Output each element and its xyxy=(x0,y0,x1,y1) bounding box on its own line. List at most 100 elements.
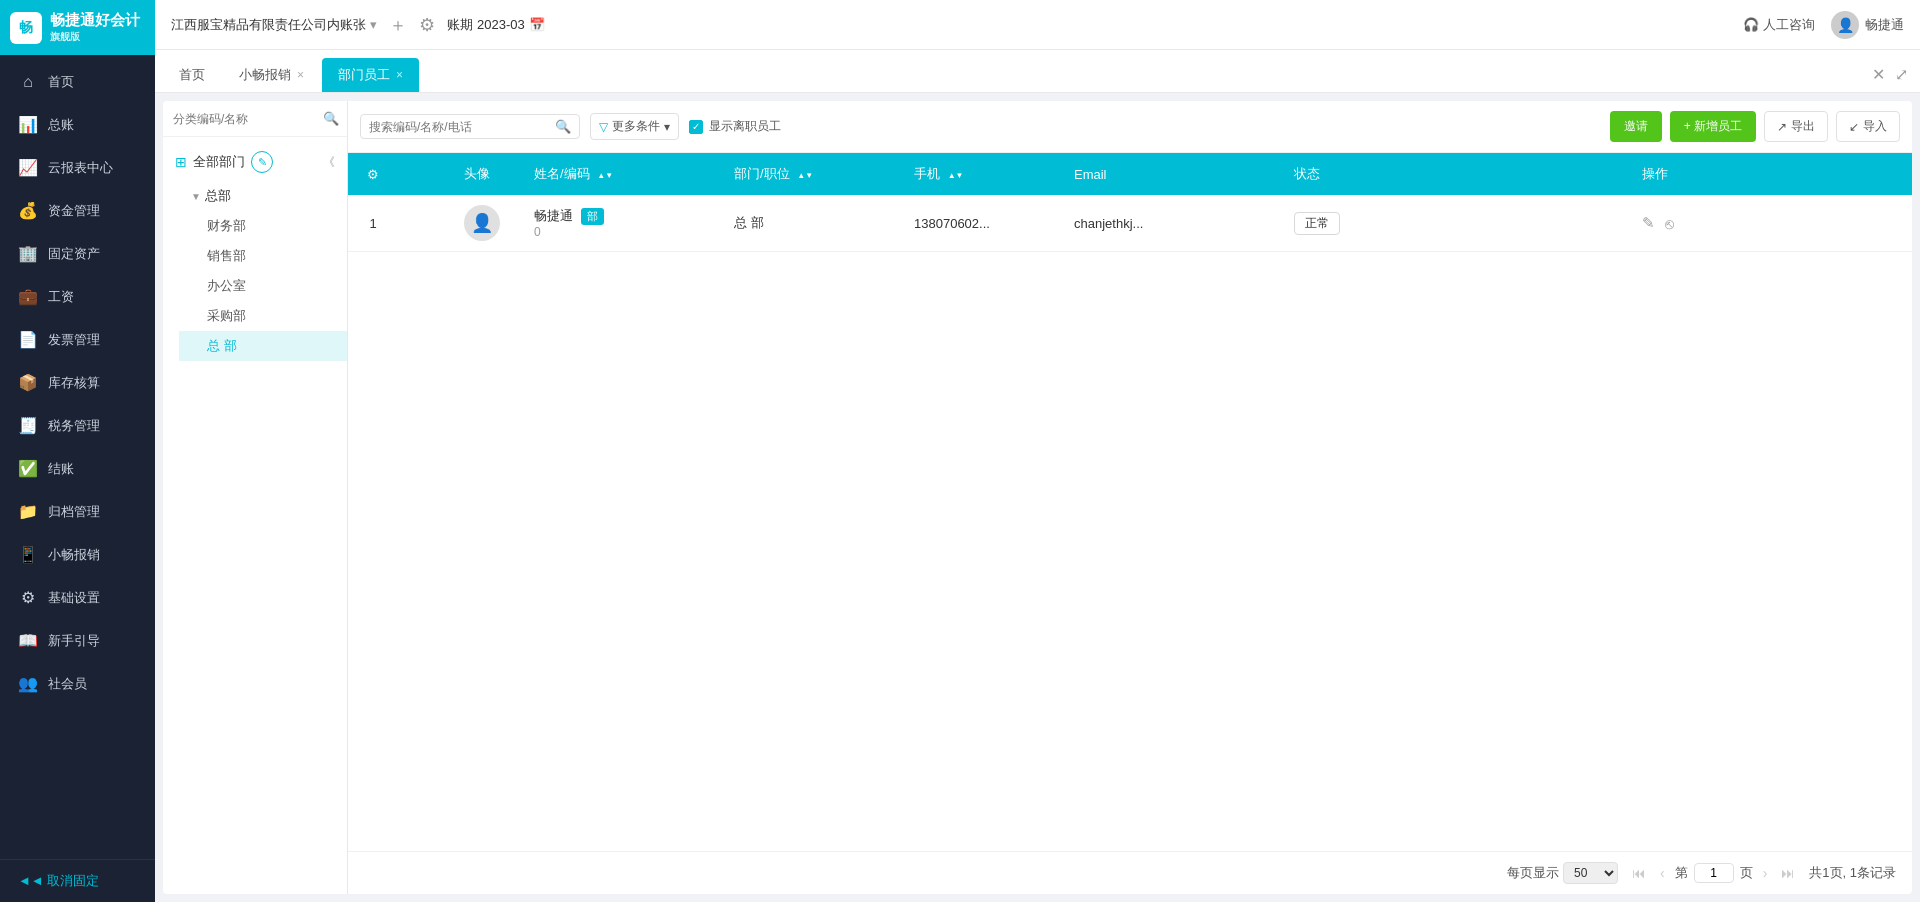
help-button[interactable]: 🎧 人工咨询 xyxy=(1743,16,1815,34)
col-avatar: 头像 xyxy=(448,153,518,195)
collapse-icon[interactable]: 《 xyxy=(323,154,335,171)
employee-dept: 总 部 xyxy=(734,215,764,230)
tab-dept-employee[interactable]: 部门员工 × xyxy=(322,58,419,92)
sidebar-item-inventory[interactable]: 📦 库存核算 xyxy=(0,361,155,404)
add-employee-button[interactable]: + 新增员工 xyxy=(1670,111,1756,142)
tab-expense-label: 小畅报销 xyxy=(239,66,291,84)
col-dept-position[interactable]: 部门/职位 ▲▼ xyxy=(718,153,898,195)
dept-sales-label: 销售部 xyxy=(207,248,246,263)
dept-purchase[interactable]: 采购部 xyxy=(179,301,347,331)
row-actions-cell: ✎ ⎋ xyxy=(1626,195,1912,252)
sidebar-item-label: 归档管理 xyxy=(48,503,100,521)
sidebar-item-assets[interactable]: 🏢 固定资产 xyxy=(0,232,155,275)
per-page-select[interactable]: 50 100 200 xyxy=(1563,862,1618,884)
col-settings-icon: ⚙ xyxy=(367,167,379,182)
next-page-button[interactable]: › xyxy=(1759,863,1772,883)
all-dept-item[interactable]: ⊞ 全部部门 ✎ 《 xyxy=(163,143,347,181)
sidebar-item-close[interactable]: ✅ 结账 xyxy=(0,447,155,490)
show-resigned-toggle[interactable]: 显示离职员工 xyxy=(689,118,781,135)
sidebar-item-archive[interactable]: 📁 归档管理 xyxy=(0,490,155,533)
sidebar: 畅 畅捷通好会计 旗舰版 ⌂ 首页 📊 总账 📈 云报表中心 💰 资金管理 🏢 … xyxy=(0,0,155,902)
page-number-input[interactable] xyxy=(1694,863,1734,883)
archive-icon: 📁 xyxy=(18,502,38,521)
add-company-button[interactable]: ＋ xyxy=(389,13,407,37)
dept-group: ▼ 总部 财务部 销售部 办公室 采购部 xyxy=(163,181,347,361)
import-icon: ↙ xyxy=(1849,120,1859,134)
search-icon[interactable]: 🔍 xyxy=(555,119,571,134)
assets-icon: 🏢 xyxy=(18,244,38,263)
tab-expense-close[interactable]: × xyxy=(297,68,304,82)
show-resigned-checkbox[interactable] xyxy=(689,120,703,134)
sidebar-item-tax[interactable]: 🧾 税务管理 xyxy=(0,404,155,447)
sidebar-item-label: 发票管理 xyxy=(48,331,100,349)
topbar-right: 🎧 人工咨询 👤 畅捷通 xyxy=(1743,11,1904,39)
company-selector[interactable]: 江西服宝精品有限责任公司内账张 ▾ xyxy=(171,16,377,34)
dept-sales[interactable]: 销售部 xyxy=(179,241,347,271)
tab-home[interactable]: 首页 xyxy=(163,58,221,92)
salary-icon: 💼 xyxy=(18,287,38,306)
table-row: 1 👤 畅捷通 部 0 xyxy=(348,195,1912,252)
sidebar-item-ledger[interactable]: 📊 总账 xyxy=(0,103,155,146)
period-value: 2023-03 xyxy=(477,17,525,32)
first-page-button[interactable]: ⏮ xyxy=(1628,863,1650,883)
dept-general[interactable]: 总 部 xyxy=(179,331,347,361)
right-panel: 🔍 ▽ 更多条件 ▾ 显示离职员工 邀请 + 新增员工 ↗ 导出 xyxy=(348,101,1912,894)
members-icon: 👥 xyxy=(18,674,38,693)
sidebar-item-fund[interactable]: 💰 资金管理 xyxy=(0,189,155,232)
dept-search-input[interactable] xyxy=(173,112,323,126)
dept-search-icon[interactable]: 🔍 xyxy=(323,111,339,126)
close-accounts-icon: ✅ xyxy=(18,459,38,478)
tab-window-controls: ✕ ⤢ xyxy=(1860,57,1920,92)
period-selector[interactable]: 账期 2023-03 📅 xyxy=(447,16,545,34)
sidebar-item-members[interactable]: 👥 社会员 xyxy=(0,662,155,705)
sidebar-item-salary[interactable]: 💼 工资 xyxy=(0,275,155,318)
sidebar-item-settings[interactable]: ⚙ 基础设置 xyxy=(0,576,155,619)
unpin-sidebar-button[interactable]: ◄◄ 取消固定 xyxy=(0,859,155,902)
col-phone[interactable]: 手机 ▲▼ xyxy=(898,153,1058,195)
app-sub: 旗舰版 xyxy=(50,30,140,44)
col-settings[interactable]: ⚙ xyxy=(348,153,398,195)
guide-icon: 📖 xyxy=(18,631,38,650)
sort-phone-icon: ▲▼ xyxy=(948,172,964,180)
expand-icon[interactable]: ⤢ xyxy=(1895,65,1908,84)
sidebar-item-invoice[interactable]: 📄 发票管理 xyxy=(0,318,155,361)
topbar: 江西服宝精品有限责任公司内账张 ▾ ＋ ⚙ 账期 2023-03 📅 🎧 人工咨… xyxy=(155,0,1920,50)
edit-dept-button[interactable]: ✎ xyxy=(251,151,273,173)
more-filter-button[interactable]: ▽ 更多条件 ▾ xyxy=(590,113,679,140)
dept-finance[interactable]: 财务部 xyxy=(179,211,347,241)
export-label: 导出 xyxy=(1791,118,1815,135)
expand-triangle-icon: ▼ xyxy=(191,191,201,202)
import-button[interactable]: ↙ 导入 xyxy=(1836,111,1900,142)
dept-office-label: 办公室 xyxy=(207,278,246,293)
home-icon: ⌂ xyxy=(18,73,38,91)
sidebar-item-guide[interactable]: 📖 新手引导 xyxy=(0,619,155,662)
logout-icon[interactable]: ⎋ xyxy=(1665,215,1674,232)
dept-tree: ⊞ 全部部门 ✎ 《 ▼ 总部 财务部 销售部 xyxy=(163,137,347,894)
company-settings-button[interactable]: ⚙ xyxy=(419,14,435,36)
row-name-cell: 畅捷通 部 0 xyxy=(518,195,718,252)
action-icons: ✎ ⎋ xyxy=(1642,214,1896,232)
close-tab-icon[interactable]: ✕ xyxy=(1872,65,1885,84)
sidebar-item-expense[interactable]: 📱 小畅报销 xyxy=(0,533,155,576)
calendar-icon: 📅 xyxy=(529,17,545,32)
sidebar-item-label: 基础设置 xyxy=(48,589,100,607)
employee-phone: 138070602... xyxy=(914,216,990,231)
export-button[interactable]: ↗ 导出 xyxy=(1764,111,1828,142)
col-name-code[interactable]: 姓名/编码 ▲▼ xyxy=(518,153,718,195)
user-menu[interactable]: 👤 畅捷通 xyxy=(1831,11,1904,39)
sidebar-item-reports[interactable]: 📈 云报表中心 xyxy=(0,146,155,189)
edit-icon[interactable]: ✎ xyxy=(1642,214,1655,232)
dept-office[interactable]: 办公室 xyxy=(179,271,347,301)
tab-dept-close[interactable]: × xyxy=(396,68,403,82)
sidebar-item-home[interactable]: ⌂ 首页 xyxy=(0,61,155,103)
invite-button[interactable]: 邀请 xyxy=(1610,111,1662,142)
col-email: Email xyxy=(1058,153,1278,195)
employee-search-input[interactable] xyxy=(369,120,549,134)
last-page-button[interactable]: ⏭ xyxy=(1777,863,1799,883)
prev-page-button[interactable]: ‹ xyxy=(1656,863,1669,883)
dept-grid-icon: ⊞ xyxy=(175,154,187,170)
sidebar-item-label: 库存核算 xyxy=(48,374,100,392)
tab-expense[interactable]: 小畅报销 × xyxy=(223,58,320,92)
dept-parent-root[interactable]: ▼ 总部 xyxy=(179,181,347,211)
company-name: 江西服宝精品有限责任公司内账张 xyxy=(171,16,366,34)
